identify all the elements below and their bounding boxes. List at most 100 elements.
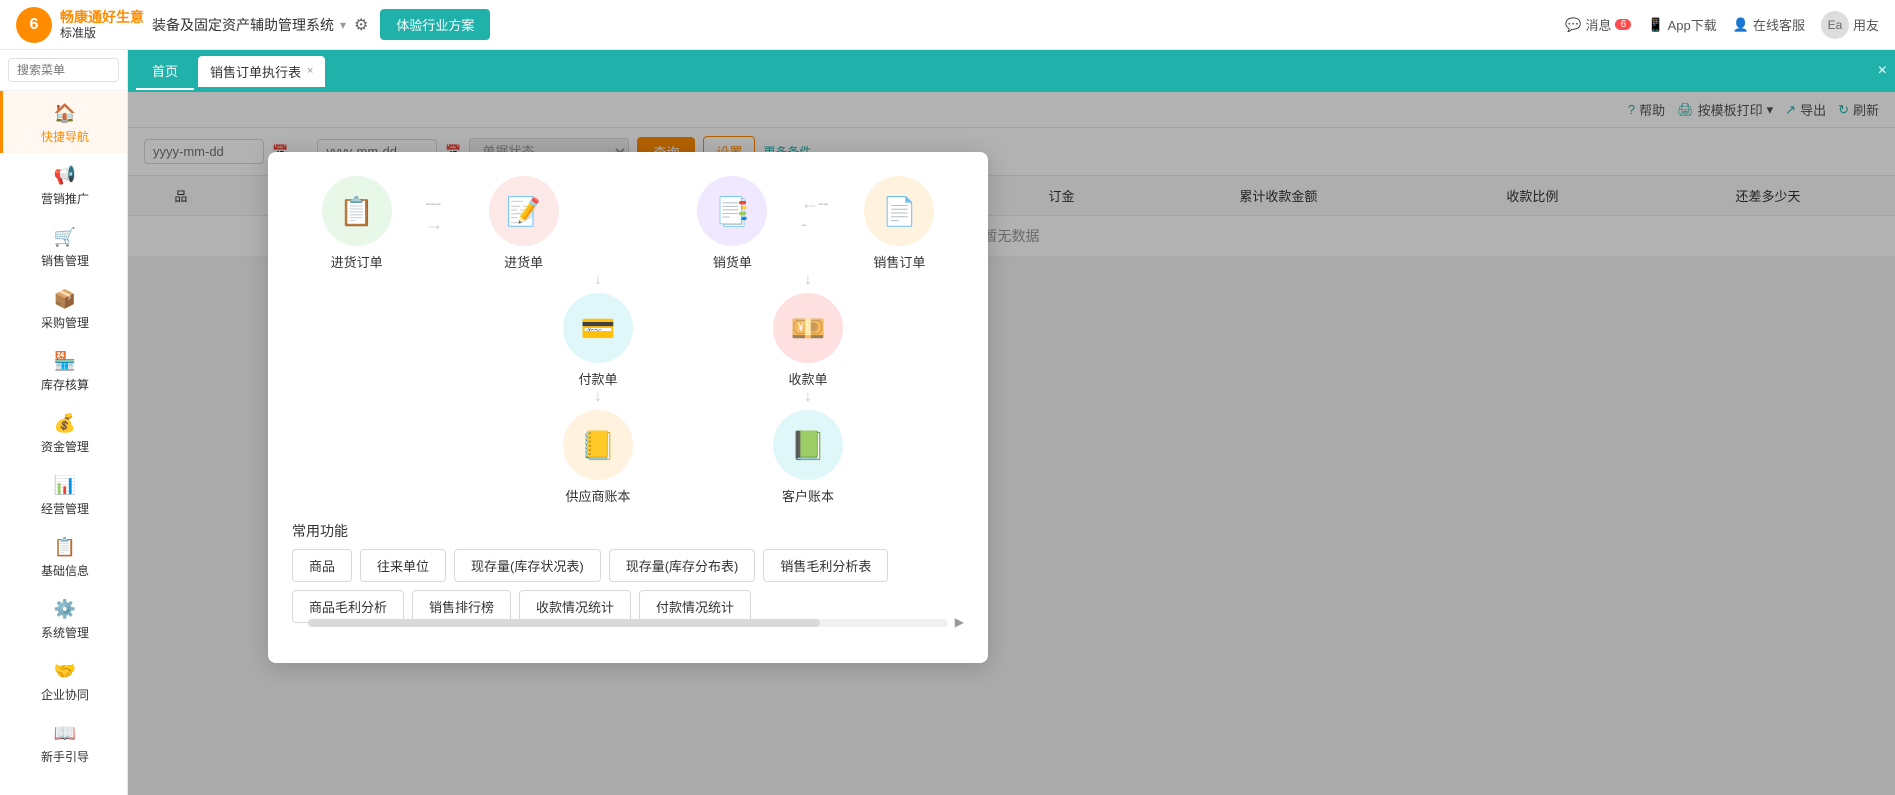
common-function-button[interactable]: 往来单位 <box>360 549 446 582</box>
tab-bar: 首页 销售订单执行表 × × <box>128 50 1895 92</box>
sidebar-icon-marketing: 📢 <box>54 165 76 186</box>
logo-text: 畅康通好生意 标准版 <box>60 8 144 42</box>
modal-scrollbar[interactable] <box>308 619 948 627</box>
sidebar-item-guide[interactable]: 📖 新手引导 <box>0 711 127 773</box>
receipt-bill-label: 收款单 <box>788 369 827 388</box>
sidebar-icon-inventory: 🏪 <box>54 351 76 372</box>
purchase-bill-icon: 📝 <box>489 176 559 246</box>
arrow-purchase: - - - → <box>421 193 459 235</box>
sidebar-label-marketing: 营销推广 <box>41 190 89 207</box>
sidebar-icon-enterprise: 🤝 <box>54 661 76 682</box>
top-right-actions: 💬 消息 6 📱 App下载 👤 在线客服 Ea 用友 <box>1565 11 1879 39</box>
flow-node-purchase-bill: 📝 进货单 <box>459 176 588 271</box>
purchase-order-icon: 📋 <box>322 176 392 246</box>
sidebar-search-area <box>0 50 127 91</box>
sidebar-item-operations[interactable]: 📊 经营管理 <box>0 463 127 525</box>
modal-overlay[interactable]: 📋 进货订单 - - - → 📝 进货单 <box>128 92 1895 795</box>
sidebar-icon-purchase: 📦 <box>54 289 76 310</box>
message-icon: 💬 <box>1565 17 1581 33</box>
logo-area: 6 畅康通好生意 标准版 <box>16 7 144 43</box>
modal-box: 📋 进货订单 - - - → 📝 进货单 <box>268 152 988 663</box>
common-buttons: 商品往来单位现存量(库存状况表)现存量(库存分布表)销售毛利分析表商品毛利分析销… <box>292 549 964 623</box>
sidebar-label-enterprise: 企业协同 <box>41 686 89 703</box>
flow-node-sales-order: 📄 销售订单 <box>835 176 964 271</box>
close-all-tabs-button[interactable]: × <box>1878 62 1887 80</box>
flow-node-supplier-account: 📒 供应商账本 <box>533 410 663 505</box>
page-content: ? 帮助 🖨 按模板打印 ▾ ↗ 导出 ↻ 刷新 <box>128 92 1895 795</box>
sidebar-item-marketing[interactable]: 📢 营销推广 <box>0 153 127 215</box>
sidebar-item-finance[interactable]: 💰 资金管理 <box>0 401 127 463</box>
supplier-account-icon: 📒 <box>563 410 633 480</box>
common-function-button[interactable]: 销售毛利分析表 <box>763 549 888 582</box>
flow-node-payment-bill: 💳 付款单 <box>533 293 663 388</box>
sidebar: 🏠 快捷导航 📢 营销推广 🛒 销售管理 📦 采购管理 🏪 库存核算 💰 资金管理 📊 经营管理 📋 基础信息… <box>0 50 128 795</box>
payment-bill-icon: 💳 <box>563 293 633 363</box>
sidebar-label-quick-nav: 快捷导航 <box>41 128 89 145</box>
app-download-button[interactable]: 📱 App下载 <box>1647 15 1716 34</box>
search-input[interactable] <box>8 58 119 82</box>
sales-order-icon: 📄 <box>864 176 934 246</box>
sidebar-icon-quick-nav: 🏠 <box>54 103 76 124</box>
sidebar-label-system: 系统管理 <box>41 624 89 641</box>
tab-close-0[interactable]: × <box>307 65 313 77</box>
flow-node-receipt-bill: 💴 收款单 <box>743 293 873 388</box>
sales-order-label: 销售订单 <box>873 252 925 271</box>
customer-account-label: 客户账本 <box>782 486 834 505</box>
sidebar-item-basic[interactable]: 📋 基础信息 <box>0 525 127 587</box>
sidebar-item-quick-nav[interactable]: 🏠 快捷导航 <box>0 91 127 153</box>
flow-node-purchase-order: 📋 进货订单 <box>292 176 421 271</box>
sidebar-label-finance: 资金管理 <box>41 438 89 455</box>
sidebar-label-basic: 基础信息 <box>41 562 89 579</box>
user-menu[interactable]: Ea 用友 <box>1821 11 1879 39</box>
message-badge: 6 <box>1615 19 1631 30</box>
chevron-down-icon[interactable]: ▾ <box>340 18 346 32</box>
sidebar-label-sales: 销售管理 <box>41 252 89 269</box>
common-functions-title: 常用功能 <box>292 521 964 541</box>
scroll-thumb <box>308 619 820 627</box>
download-icon: 📱 <box>1647 17 1663 33</box>
sidebar-item-enterprise[interactable]: 🤝 企业协同 <box>0 649 127 711</box>
common-function-button[interactable]: 现存量(库存分布表) <box>609 549 756 582</box>
sidebar-icon-sales: 🛒 <box>54 227 76 248</box>
service-icon: 👤 <box>1733 17 1749 33</box>
message-button[interactable]: 💬 消息 6 <box>1565 15 1631 34</box>
tab-label-0: 销售订单执行表 <box>210 62 301 81</box>
purchase-order-label: 进货订单 <box>331 252 383 271</box>
sidebar-label-guide: 新手引导 <box>41 748 89 765</box>
trial-button[interactable]: 体验行业方案 <box>380 9 490 40</box>
payment-bill-label: 付款单 <box>578 369 617 388</box>
supplier-account-label: 供应商账本 <box>565 486 630 505</box>
scroll-right-arrow[interactable]: ▶ <box>955 615 964 629</box>
flow-diagram: 📋 进货订单 - - - → 📝 进货单 <box>292 176 964 505</box>
sidebar-icon-guide: 📖 <box>54 723 76 744</box>
gear-icon[interactable]: ⚙ <box>354 15 368 35</box>
logo-icon: 6 <box>16 7 52 43</box>
sales-bill-label: 销货单 <box>713 252 752 271</box>
online-service-button[interactable]: 👤 在线客服 <box>1733 15 1805 34</box>
system-title: 装备及固定资产辅助管理系统 ▾ <box>152 15 346 35</box>
sidebar-item-purchase[interactable]: 📦 采购管理 <box>0 277 127 339</box>
customer-account-icon: 📗 <box>773 410 843 480</box>
purchase-bill-label: 进货单 <box>504 252 543 271</box>
sidebar-label-purchase: 采购管理 <box>41 314 89 331</box>
sidebar-label-inventory: 库存核算 <box>41 376 89 393</box>
sidebar-icon-finance: 💰 <box>54 413 76 434</box>
common-functions-section: 常用功能 商品往来单位现存量(库存状况表)现存量(库存分布表)销售毛利分析表商品… <box>292 521 964 623</box>
sales-bill-icon: 📑 <box>697 176 767 246</box>
common-function-button[interactable]: 现存量(库存状况表) <box>454 549 601 582</box>
sidebar-icon-basic: 📋 <box>54 537 76 558</box>
flow-node-customer-account: 📗 客户账本 <box>743 410 873 505</box>
arrow-sales: ← - - - <box>797 193 835 235</box>
sidebar-label-operations: 经营管理 <box>41 500 89 517</box>
sidebar-item-sales[interactable]: 🛒 销售管理 <box>0 215 127 277</box>
sidebar-item-inventory[interactable]: 🏪 库存核算 <box>0 339 127 401</box>
tab-item-0[interactable]: 销售订单执行表 × <box>198 56 325 87</box>
tab-home[interactable]: 首页 <box>136 53 194 90</box>
common-function-button[interactable]: 商品 <box>292 549 352 582</box>
sidebar-icon-system: ⚙️ <box>54 599 76 620</box>
avatar: Ea <box>1821 11 1849 39</box>
flow-node-sales-bill: 📑 销货单 <box>668 176 797 271</box>
sidebar-item-system[interactable]: ⚙️ 系统管理 <box>0 587 127 649</box>
sidebar-icon-operations: 📊 <box>54 475 76 496</box>
receipt-bill-icon: 💴 <box>773 293 843 363</box>
